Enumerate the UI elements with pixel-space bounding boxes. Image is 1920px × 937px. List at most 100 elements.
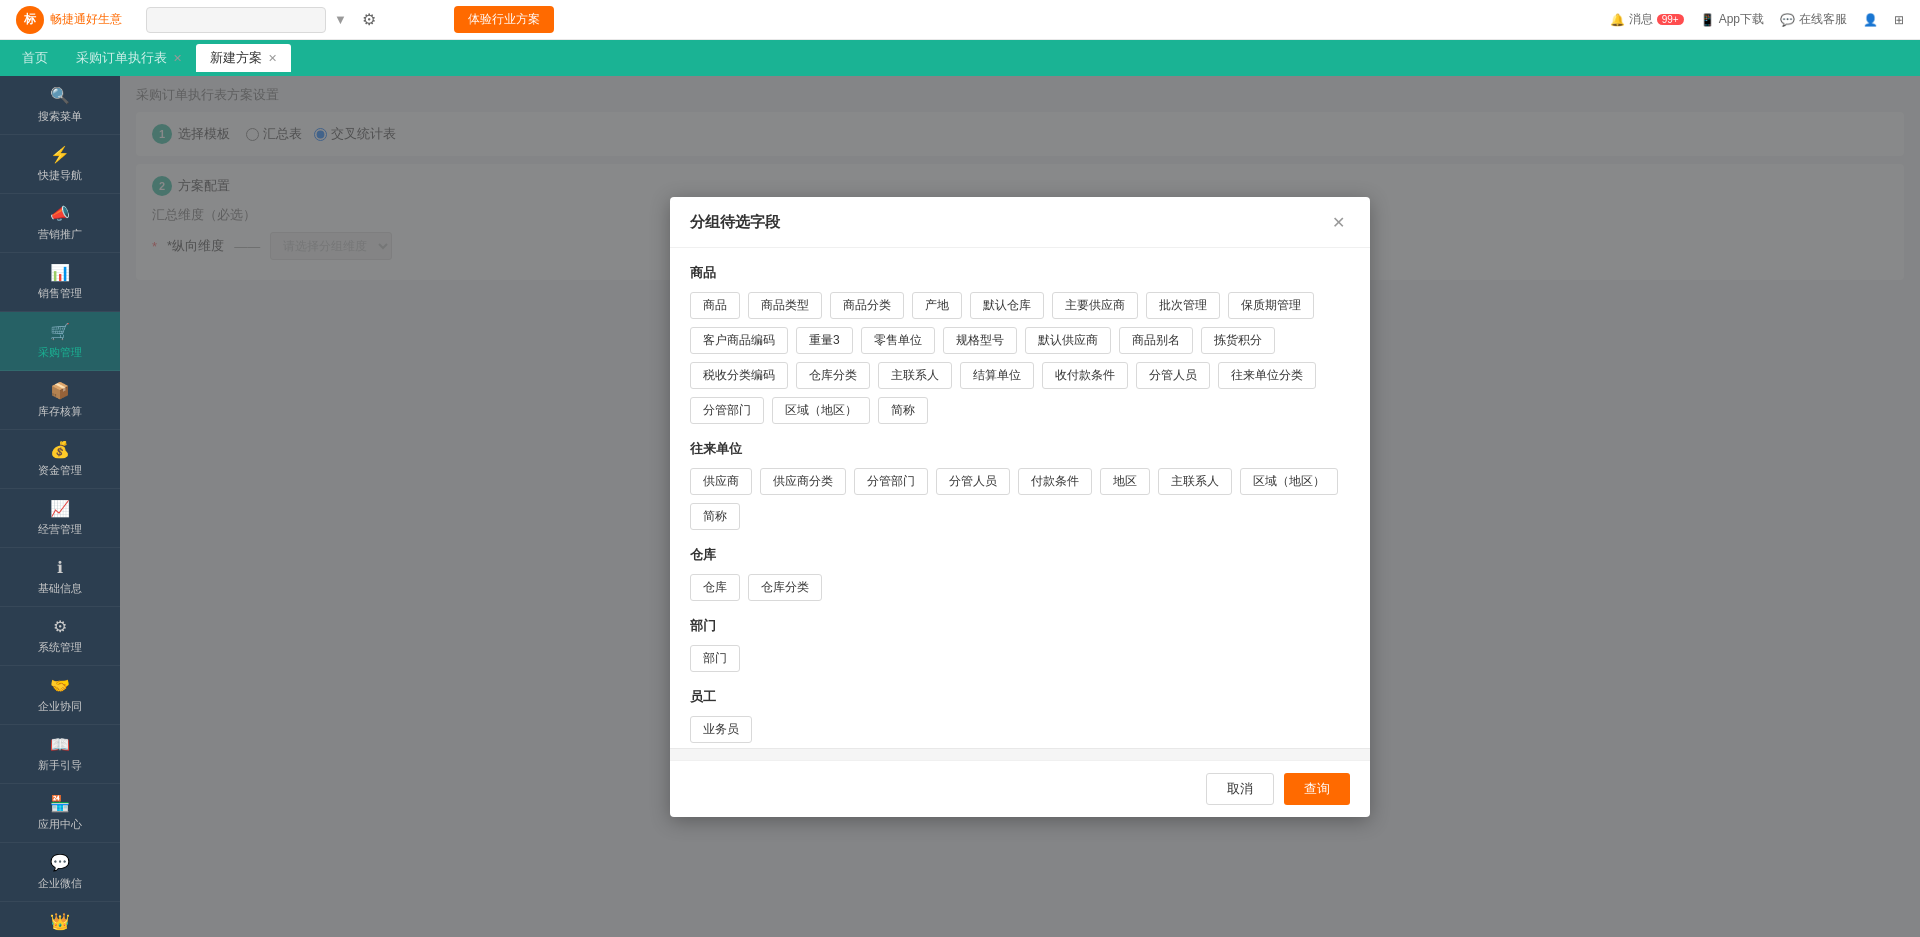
tag-product-12[interactable]: 默认供应商 bbox=[1025, 327, 1111, 354]
section-warehouse-title: 仓库 bbox=[690, 546, 1350, 564]
sidebar-item-quick-nav[interactable]: ⚡ 快捷导航 bbox=[0, 135, 120, 194]
tag-product-3[interactable]: 产地 bbox=[912, 292, 962, 319]
tag-counterpart-6[interactable]: 主联系人 bbox=[1158, 468, 1232, 495]
sidebar-item-marketing[interactable]: 📣 营销推广 bbox=[0, 194, 120, 253]
tag-product-6[interactable]: 批次管理 bbox=[1146, 292, 1220, 319]
tag-product-18[interactable]: 结算单位 bbox=[960, 362, 1034, 389]
header-search: ▼ ⚙ bbox=[146, 6, 446, 34]
tag-warehouse-1[interactable]: 仓库分类 bbox=[748, 574, 822, 601]
settings-icon[interactable]: ⚙ bbox=[355, 6, 383, 34]
tag-counterpart-5[interactable]: 地区 bbox=[1100, 468, 1150, 495]
tab-new-plan[interactable]: 新建方案 ✕ bbox=[196, 44, 291, 72]
tag-product-22[interactable]: 分管部门 bbox=[690, 397, 764, 424]
tab-close-new-plan[interactable]: ✕ bbox=[268, 53, 277, 64]
sidebar-item-inventory[interactable]: 📦 库存核算 bbox=[0, 371, 120, 430]
modal-body[interactable]: 商品 商品 商品类型 商品分类 产地 默认仓库 主要供应商 批次管理 保质期管理… bbox=[670, 248, 1370, 748]
confirm-button[interactable]: 查询 bbox=[1284, 773, 1350, 805]
employee-field-tags: 业务员 bbox=[690, 716, 1350, 743]
tag-product-17[interactable]: 主联系人 bbox=[878, 362, 952, 389]
sidebar-item-basic-info[interactable]: ℹ 基础信息 bbox=[0, 548, 120, 607]
expand-button[interactable]: ⊞ bbox=[1894, 13, 1904, 27]
nav-tabs: 首页 采购订单执行表 ✕ 新建方案 ✕ bbox=[0, 40, 1920, 76]
tab-home[interactable]: 首页 bbox=[8, 44, 62, 72]
tag-product-15[interactable]: 税收分类编码 bbox=[690, 362, 788, 389]
notification-label: 消息 bbox=[1629, 11, 1653, 28]
tag-product-4[interactable]: 默认仓库 bbox=[970, 292, 1044, 319]
tag-counterpart-8[interactable]: 简称 bbox=[690, 503, 740, 530]
user-icon: 👤 bbox=[1863, 13, 1878, 27]
sidebar-item-purchase[interactable]: 🛒 采购管理 bbox=[0, 312, 120, 371]
tag-product-23[interactable]: 区域（地区） bbox=[772, 397, 870, 424]
sidebar: 🔍 搜索菜单 ⚡ 快捷导航 📣 营销推广 📊 销售管理 🛒 采购管理 📦 库存核… bbox=[0, 76, 120, 937]
download-icon: 📱 bbox=[1700, 13, 1715, 27]
section-department: 部门 部门 bbox=[690, 617, 1350, 672]
system-icon: ⚙ bbox=[53, 617, 67, 636]
sidebar-item-search[interactable]: 🔍 搜索菜单 bbox=[0, 76, 120, 135]
section-department-title: 部门 bbox=[690, 617, 1350, 635]
tag-counterpart-1[interactable]: 供应商分类 bbox=[760, 468, 846, 495]
content-area: 采购订单执行表方案设置 1 选择模板 汇总表 交叉统计表 bbox=[120, 76, 1920, 937]
tag-product-2[interactable]: 商品分类 bbox=[830, 292, 904, 319]
tag-product-8[interactable]: 客户商品编码 bbox=[690, 327, 788, 354]
section-product: 商品 商品 商品类型 商品分类 产地 默认仓库 主要供应商 批次管理 保质期管理… bbox=[690, 264, 1350, 424]
sidebar-item-guide[interactable]: 📖 新手引导 bbox=[0, 725, 120, 784]
operations-icon: 📈 bbox=[50, 499, 70, 518]
sidebar-item-wechat[interactable]: 💬 企业微信 bbox=[0, 843, 120, 902]
cancel-button[interactable]: 取消 bbox=[1206, 773, 1274, 805]
sales-icon: 📊 bbox=[50, 263, 70, 282]
notification-item[interactable]: 🔔 消息 99+ bbox=[1610, 11, 1684, 28]
tag-counterpart-0[interactable]: 供应商 bbox=[690, 468, 752, 495]
tag-counterpart-4[interactable]: 付款条件 bbox=[1018, 468, 1092, 495]
tag-product-14[interactable]: 拣货积分 bbox=[1201, 327, 1275, 354]
tag-product-11[interactable]: 规格型号 bbox=[943, 327, 1017, 354]
tag-product-19[interactable]: 收付款条件 bbox=[1042, 362, 1128, 389]
sidebar-item-app-center[interactable]: 🏪 应用中心 bbox=[0, 784, 120, 843]
tag-employee-0[interactable]: 业务员 bbox=[690, 716, 752, 743]
trial-button[interactable]: 体验行业方案 bbox=[454, 6, 554, 33]
sidebar-item-system[interactable]: ⚙ 系统管理 bbox=[0, 607, 120, 666]
tag-product-21[interactable]: 往来单位分类 bbox=[1218, 362, 1316, 389]
tag-department-0[interactable]: 部门 bbox=[690, 645, 740, 672]
user-avatar[interactable]: 👤 bbox=[1863, 13, 1878, 27]
expand-icon: ⊞ bbox=[1894, 13, 1904, 27]
tag-product-1[interactable]: 商品类型 bbox=[748, 292, 822, 319]
sidebar-item-finance[interactable]: 💰 资金管理 bbox=[0, 430, 120, 489]
tab-close-purchase[interactable]: ✕ bbox=[173, 53, 182, 64]
purchase-icon: 🛒 bbox=[50, 322, 70, 341]
tag-product-10[interactable]: 零售单位 bbox=[861, 327, 935, 354]
online-support-item[interactable]: 💬 在线客服 bbox=[1780, 11, 1847, 28]
sidebar-item-member[interactable]: 👑 畅会员 bbox=[0, 902, 120, 937]
main-layout: 🔍 搜索菜单 ⚡ 快捷导航 📣 营销推广 📊 销售管理 🛒 采购管理 📦 库存核… bbox=[0, 76, 1920, 937]
sidebar-item-sales[interactable]: 📊 销售管理 bbox=[0, 253, 120, 312]
tag-product-20[interactable]: 分管人员 bbox=[1136, 362, 1210, 389]
modal-horizontal-scrollbar[interactable] bbox=[670, 748, 1370, 760]
notification-icon: 🔔 bbox=[1610, 13, 1625, 27]
tag-product-9[interactable]: 重量3 bbox=[796, 327, 853, 354]
tag-product-16[interactable]: 仓库分类 bbox=[796, 362, 870, 389]
search-icon: 🔍 bbox=[50, 86, 70, 105]
tag-product-0[interactable]: 商品 bbox=[690, 292, 740, 319]
tag-product-7[interactable]: 保质期管理 bbox=[1228, 292, 1314, 319]
app-center-icon: 🏪 bbox=[50, 794, 70, 813]
search-input[interactable] bbox=[146, 7, 326, 33]
section-employee: 员工 业务员 bbox=[690, 688, 1350, 743]
finance-icon: 💰 bbox=[50, 440, 70, 459]
tag-product-5[interactable]: 主要供应商 bbox=[1052, 292, 1138, 319]
logo-icon: 标 bbox=[16, 6, 44, 34]
sidebar-item-collab[interactable]: 🤝 企业协同 bbox=[0, 666, 120, 725]
quick-nav-icon: ⚡ bbox=[50, 145, 70, 164]
tag-warehouse-0[interactable]: 仓库 bbox=[690, 574, 740, 601]
modal-close-button[interactable]: ✕ bbox=[1326, 211, 1350, 235]
modal-overlay: 分组待选字段 ✕ 商品 商品 商品类型 商品分类 产地 默认仓库 bbox=[120, 76, 1920, 937]
tab-purchase-exec[interactable]: 采购订单执行表 ✕ bbox=[62, 44, 196, 72]
tag-product-13[interactable]: 商品别名 bbox=[1119, 327, 1193, 354]
tag-product-24[interactable]: 简称 bbox=[878, 397, 928, 424]
tag-counterpart-2[interactable]: 分管部门 bbox=[854, 468, 928, 495]
tag-counterpart-3[interactable]: 分管人员 bbox=[936, 468, 1010, 495]
header-right: 🔔 消息 99+ 📱 App下载 💬 在线客服 👤 ⊞ bbox=[1610, 11, 1904, 28]
basic-info-icon: ℹ bbox=[57, 558, 63, 577]
sidebar-item-operations[interactable]: 📈 经营管理 bbox=[0, 489, 120, 548]
tag-counterpart-7[interactable]: 区域（地区） bbox=[1240, 468, 1338, 495]
chevron-down-icon[interactable]: ▼ bbox=[334, 12, 347, 27]
app-download-item[interactable]: 📱 App下载 bbox=[1700, 11, 1764, 28]
